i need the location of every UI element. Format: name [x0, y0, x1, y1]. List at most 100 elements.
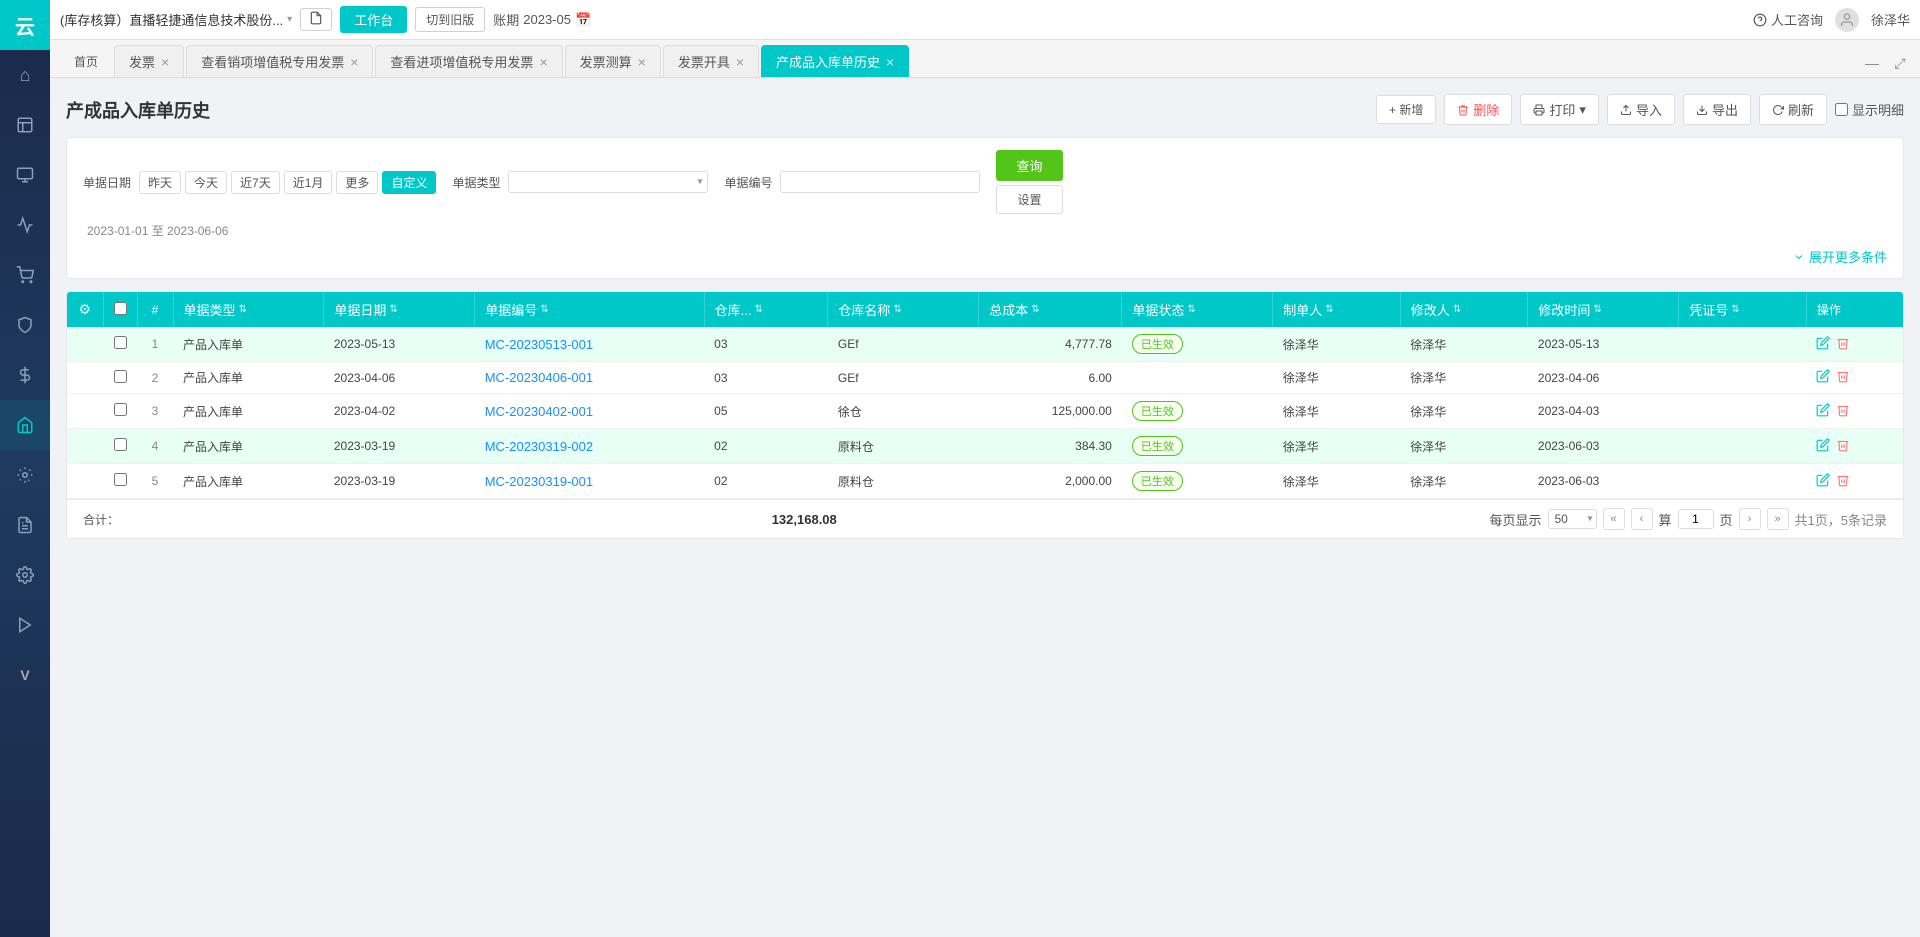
sidebar-item-production[interactable]: [0, 450, 50, 500]
export-button[interactable]: 导出: [1683, 94, 1751, 125]
td-checkbox[interactable]: [103, 394, 137, 429]
workbench-button[interactable]: 工作台: [340, 6, 407, 33]
page-first-button[interactable]: «: [1603, 508, 1625, 530]
tab-view-purchase-vat[interactable]: 查看进项增值税专用发票 ×: [375, 45, 562, 77]
select-all-checkbox[interactable]: [114, 302, 127, 315]
td-checkbox[interactable]: [103, 327, 137, 362]
tab-view-purchase-vat-close-icon[interactable]: ×: [539, 54, 547, 70]
sidebar-item-security[interactable]: [0, 300, 50, 350]
tab-home[interactable]: 首页: [60, 45, 112, 77]
row-checkbox[interactable]: [114, 336, 127, 349]
shortcut-custom[interactable]: 自定义: [382, 171, 436, 194]
edit-icon[interactable]: [1816, 438, 1830, 455]
print-button[interactable]: 打印 ▾: [1520, 94, 1599, 125]
th-warehouse-code[interactable]: 仓库...⇅: [704, 292, 828, 327]
sidebar-item-version[interactable]: V: [0, 650, 50, 700]
sidebar-item-media[interactable]: [0, 600, 50, 650]
td-checkbox[interactable]: [103, 429, 137, 464]
th-doc-type[interactable]: 单据类型⇅: [173, 292, 324, 327]
tab-invoice-calc[interactable]: 发票测算 ×: [565, 45, 661, 77]
delete-button[interactable]: 删除: [1444, 94, 1512, 125]
td-doc-no[interactable]: MC-20230406-001: [475, 362, 704, 394]
delete-row-icon[interactable]: [1836, 336, 1850, 353]
tab-invoice-issue-close-icon[interactable]: ×: [736, 54, 744, 70]
td-doc-no[interactable]: MC-20230319-002: [475, 429, 704, 464]
doc-icon-button[interactable]: [300, 8, 332, 31]
page-next-button[interactable]: ›: [1739, 508, 1761, 530]
shortcut-7days[interactable]: 近7天: [231, 171, 280, 194]
tab-expand-icon[interactable]: ⤢: [1890, 53, 1910, 73]
th-doc-date[interactable]: 单据日期⇅: [324, 292, 475, 327]
sidebar-item-home[interactable]: ⌂: [0, 50, 50, 100]
tab-view-sales-vat-close-icon[interactable]: ×: [350, 54, 358, 70]
delete-row-icon[interactable]: [1836, 403, 1850, 420]
th-creator[interactable]: 制单人⇅: [1273, 292, 1401, 327]
row-checkbox[interactable]: [114, 403, 127, 416]
edit-icon[interactable]: [1816, 336, 1830, 353]
shortcut-today[interactable]: 今天: [185, 171, 227, 194]
filter-settings-button[interactable]: 设置: [996, 185, 1062, 214]
th-modify-time[interactable]: 修改时间⇅: [1528, 292, 1679, 327]
sidebar-item-settings[interactable]: [0, 550, 50, 600]
th-settings[interactable]: ⚙: [67, 292, 103, 327]
sidebar-item-invoice[interactable]: [0, 100, 50, 150]
delete-row-icon[interactable]: [1836, 438, 1850, 455]
delete-row-icon[interactable]: [1836, 369, 1850, 386]
page-last-button[interactable]: »: [1767, 508, 1789, 530]
shortcut-1month[interactable]: 近1月: [284, 171, 333, 194]
expand-conditions-button[interactable]: 展开更多条件: [1793, 247, 1887, 266]
doc-no-link[interactable]: MC-20230402-001: [485, 404, 593, 419]
th-voucher-no[interactable]: 凭证号⇅: [1679, 292, 1807, 327]
edit-icon[interactable]: [1816, 403, 1830, 420]
period-calendar-icon[interactable]: 📅: [575, 12, 591, 28]
sidebar-item-finance[interactable]: [0, 350, 50, 400]
th-warehouse-name[interactable]: 仓库名称⇅: [828, 292, 979, 327]
sidebar-item-reports[interactable]: [0, 500, 50, 550]
doc-no-link[interactable]: MC-20230319-002: [485, 439, 593, 454]
doc-type-select[interactable]: [508, 171, 708, 193]
td-doc-no[interactable]: MC-20230513-001: [475, 327, 704, 362]
page-prev-button[interactable]: ‹: [1631, 508, 1653, 530]
page-size-select[interactable]: 50 10 20 100: [1548, 509, 1597, 529]
tab-invoice-close-icon[interactable]: ×: [161, 54, 169, 70]
old-version-button[interactable]: 切到旧版: [415, 7, 485, 32]
shortcut-more[interactable]: 更多: [336, 171, 378, 194]
tab-invoice[interactable]: 发票 ×: [114, 45, 184, 77]
sidebar-item-analytics[interactable]: [0, 200, 50, 250]
refresh-button[interactable]: 刷新: [1759, 94, 1827, 125]
company-selector[interactable]: (库存核算）直播轻捷通信息技术股份... ▾: [60, 10, 292, 29]
sidebar-item-purchase[interactable]: [0, 250, 50, 300]
display-detail-checkbox[interactable]: [1835, 103, 1848, 116]
tab-product-inbound-history-close-icon[interactable]: ×: [886, 54, 894, 70]
td-checkbox[interactable]: [103, 464, 137, 499]
edit-icon[interactable]: [1816, 473, 1830, 490]
page-number-input[interactable]: [1678, 509, 1714, 529]
row-checkbox[interactable]: [114, 370, 127, 383]
delete-row-icon[interactable]: [1836, 473, 1850, 490]
doc-no-link[interactable]: MC-20230406-001: [485, 370, 593, 385]
tab-product-inbound-history[interactable]: 产成品入库单历史 ×: [761, 45, 909, 77]
td-doc-no[interactable]: MC-20230319-001: [475, 464, 704, 499]
tab-invoice-calc-close-icon[interactable]: ×: [638, 54, 646, 70]
th-modifier[interactable]: 修改人⇅: [1400, 292, 1528, 327]
settings-gear-icon[interactable]: ⚙: [78, 301, 91, 317]
edit-icon[interactable]: [1816, 369, 1830, 386]
help-button[interactable]: 人工咨询: [1753, 10, 1823, 29]
username[interactable]: 徐泽华: [1871, 10, 1910, 29]
th-doc-status[interactable]: 单据状态⇅: [1122, 292, 1273, 327]
sidebar-item-assets[interactable]: [0, 150, 50, 200]
tab-invoice-issue[interactable]: 发票开具 ×: [663, 45, 759, 77]
display-detail-checkbox-group[interactable]: 显示明细: [1835, 100, 1904, 119]
td-checkbox[interactable]: [103, 362, 137, 394]
tab-view-sales-vat[interactable]: 查看销项增值税专用发票 ×: [186, 45, 373, 77]
avatar[interactable]: [1835, 8, 1859, 32]
th-total-cost[interactable]: 总成本⇅: [979, 292, 1122, 327]
sidebar-item-warehouse[interactable]: [0, 400, 50, 450]
import-button[interactable]: 导入: [1607, 94, 1675, 125]
doc-no-input[interactable]: [780, 171, 980, 193]
td-doc-no[interactable]: MC-20230402-001: [475, 394, 704, 429]
doc-no-link[interactable]: MC-20230319-001: [485, 474, 593, 489]
doc-no-link[interactable]: MC-20230513-001: [485, 337, 593, 352]
row-checkbox[interactable]: [114, 473, 127, 486]
row-checkbox[interactable]: [114, 438, 127, 451]
